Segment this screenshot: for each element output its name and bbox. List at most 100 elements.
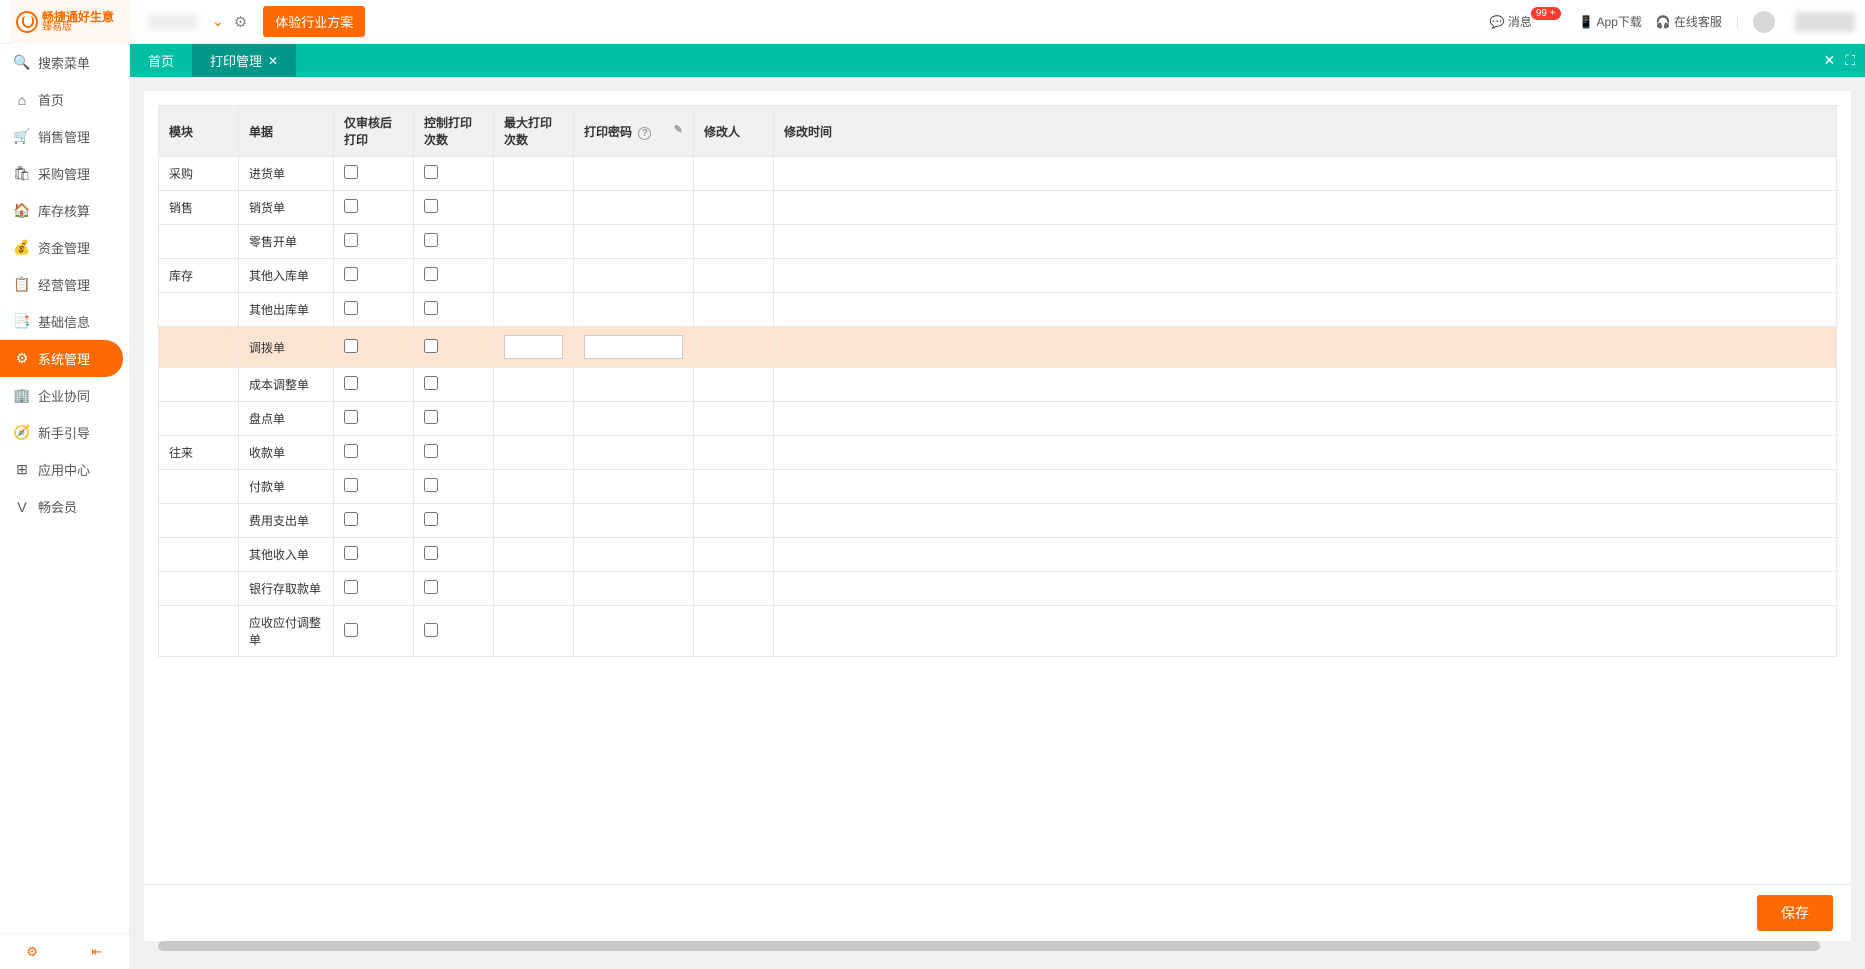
ctrl-checkbox[interactable] [424, 339, 438, 353]
ctrl-checkbox[interactable] [424, 199, 438, 213]
table-row: 往来收款单 [159, 436, 1837, 470]
password-input[interactable] [584, 335, 683, 359]
close-all-tabs-icon[interactable]: ✕ [1823, 52, 1835, 69]
cell-pwd [574, 191, 694, 225]
industry-plan-button[interactable]: 体验行业方案 [263, 6, 365, 37]
ctrl-checkbox[interactable] [424, 623, 438, 637]
help-icon[interactable]: ? [638, 127, 651, 140]
audit-checkbox[interactable] [344, 376, 358, 390]
sidebar-guide[interactable]: 🧭新手引导 [0, 414, 129, 451]
sidebar-guide-label: 新手引导 [38, 423, 90, 442]
sidebar-funds[interactable]: 💰资金管理 [0, 229, 129, 266]
cell-audit [334, 572, 414, 606]
audit-checkbox[interactable] [344, 165, 358, 179]
table-row: 银行存取款单 [159, 572, 1837, 606]
audit-checkbox[interactable] [344, 267, 358, 281]
horizontal-scrollbar[interactable] [158, 941, 1837, 951]
cell-max [494, 402, 574, 436]
audit-checkbox[interactable] [344, 478, 358, 492]
company-selector[interactable]: ⌄ [148, 13, 234, 30]
sidebar-settings-icon[interactable]: ⚙ [0, 934, 65, 969]
cell-audit [334, 327, 414, 368]
scrollbar-thumb[interactable] [158, 941, 1820, 951]
audit-checkbox[interactable] [344, 233, 358, 247]
audit-checkbox[interactable] [344, 546, 358, 560]
cell-time [774, 402, 1837, 436]
sidebar-apps[interactable]: ⊞应用中心 [0, 451, 129, 488]
ctrl-checkbox[interactable] [424, 165, 438, 179]
cell-modifier [694, 436, 774, 470]
ctrl-checkbox[interactable] [424, 267, 438, 281]
cell-module: 往来 [159, 436, 239, 470]
tab-actions: ✕ ⛶ [1823, 52, 1865, 69]
cell-modifier [694, 504, 774, 538]
messages-link[interactable]: 💬 消息 99 + [1490, 13, 1565, 30]
table-row: 采购进货单 [159, 157, 1837, 191]
ctrl-checkbox[interactable] [424, 410, 438, 424]
tab-打印管理[interactable]: 打印管理✕ [192, 44, 296, 77]
ctrl-checkbox[interactable] [424, 301, 438, 315]
app-download-link[interactable]: 📱 App下载 [1579, 13, 1642, 30]
main-area: 首页打印管理✕ ✕ ⛶ 模块 单据 仅审核后打印 [130, 44, 1865, 969]
cell-module: 采购 [159, 157, 239, 191]
sidebar-purchase[interactable]: 🛍采购管理 [0, 155, 129, 192]
ctrl-checkbox[interactable] [424, 444, 438, 458]
close-icon[interactable]: ✕ [268, 54, 278, 68]
cell-audit [334, 606, 414, 657]
audit-checkbox[interactable] [344, 580, 358, 594]
logo-area: 畅捷通好生意 臻易版 [10, 0, 130, 44]
sidebar-basic[interactable]: 📑基础信息 [0, 303, 129, 340]
audit-checkbox[interactable] [344, 199, 358, 213]
cell-pwd [574, 402, 694, 436]
sidebar-member[interactable]: V畅会员 [0, 488, 129, 525]
sidebar-search-label: 搜索菜单 [38, 53, 90, 72]
th-max-count: 最大打印次数 [494, 106, 574, 157]
sidebar-enterprise[interactable]: 🏢企业协同 [0, 377, 129, 414]
logo-text: 畅捷通好生意 臻易版 [42, 11, 114, 33]
sidebar-search[interactable]: 🔍搜索菜单 [0, 44, 129, 81]
edit-icon[interactable]: ✎ [674, 123, 683, 136]
fullscreen-icon[interactable]: ⛶ [1845, 52, 1855, 69]
tabs-bar: 首页打印管理✕ ✕ ⛶ [130, 44, 1865, 77]
cell-time [774, 327, 1837, 368]
cell-modifier [694, 402, 774, 436]
cell-pwd [574, 293, 694, 327]
cell-module [159, 538, 239, 572]
sidebar-operation[interactable]: 📋经营管理 [0, 266, 129, 303]
cell-module [159, 368, 239, 402]
sidebar-home[interactable]: ⌂首页 [0, 81, 129, 118]
sidebar-member-label: 畅会员 [38, 497, 77, 516]
gear-icon[interactable]: ⚙ [234, 13, 247, 31]
cell-ctrl [414, 368, 494, 402]
header-right: 💬 消息 99 + 📱 App下载 🎧 在线客服 | [1490, 11, 1855, 33]
sidebar-system[interactable]: ⚙系统管理 [0, 340, 123, 377]
ctrl-checkbox[interactable] [424, 580, 438, 594]
cell-time [774, 538, 1837, 572]
ctrl-checkbox[interactable] [424, 546, 438, 560]
sidebar-sales[interactable]: 🛒销售管理 [0, 118, 129, 155]
online-service-link[interactable]: 🎧 在线客服 [1656, 13, 1722, 30]
cell-max [494, 368, 574, 402]
logo-subtitle: 臻易版 [42, 23, 114, 33]
cell-doc: 进货单 [239, 157, 334, 191]
audit-checkbox[interactable] [344, 301, 358, 315]
audit-checkbox[interactable] [344, 339, 358, 353]
tab-首页[interactable]: 首页 [130, 44, 192, 77]
sidebar-inventory[interactable]: 🏠库存核算 [0, 192, 129, 229]
ctrl-checkbox[interactable] [424, 512, 438, 526]
audit-checkbox[interactable] [344, 623, 358, 637]
cell-max [494, 504, 574, 538]
sidebar-collapse-icon[interactable]: ⇤ [65, 934, 130, 969]
max-count-input[interactable] [504, 335, 563, 359]
cell-max [494, 436, 574, 470]
avatar[interactable] [1753, 11, 1775, 33]
cell-doc: 盘点单 [239, 402, 334, 436]
save-button[interactable]: 保存 [1757, 895, 1833, 931]
chevron-down-icon: ⌄ [212, 13, 224, 30]
audit-checkbox[interactable] [344, 512, 358, 526]
ctrl-checkbox[interactable] [424, 478, 438, 492]
ctrl-checkbox[interactable] [424, 376, 438, 390]
audit-checkbox[interactable] [344, 444, 358, 458]
ctrl-checkbox[interactable] [424, 233, 438, 247]
audit-checkbox[interactable] [344, 410, 358, 424]
